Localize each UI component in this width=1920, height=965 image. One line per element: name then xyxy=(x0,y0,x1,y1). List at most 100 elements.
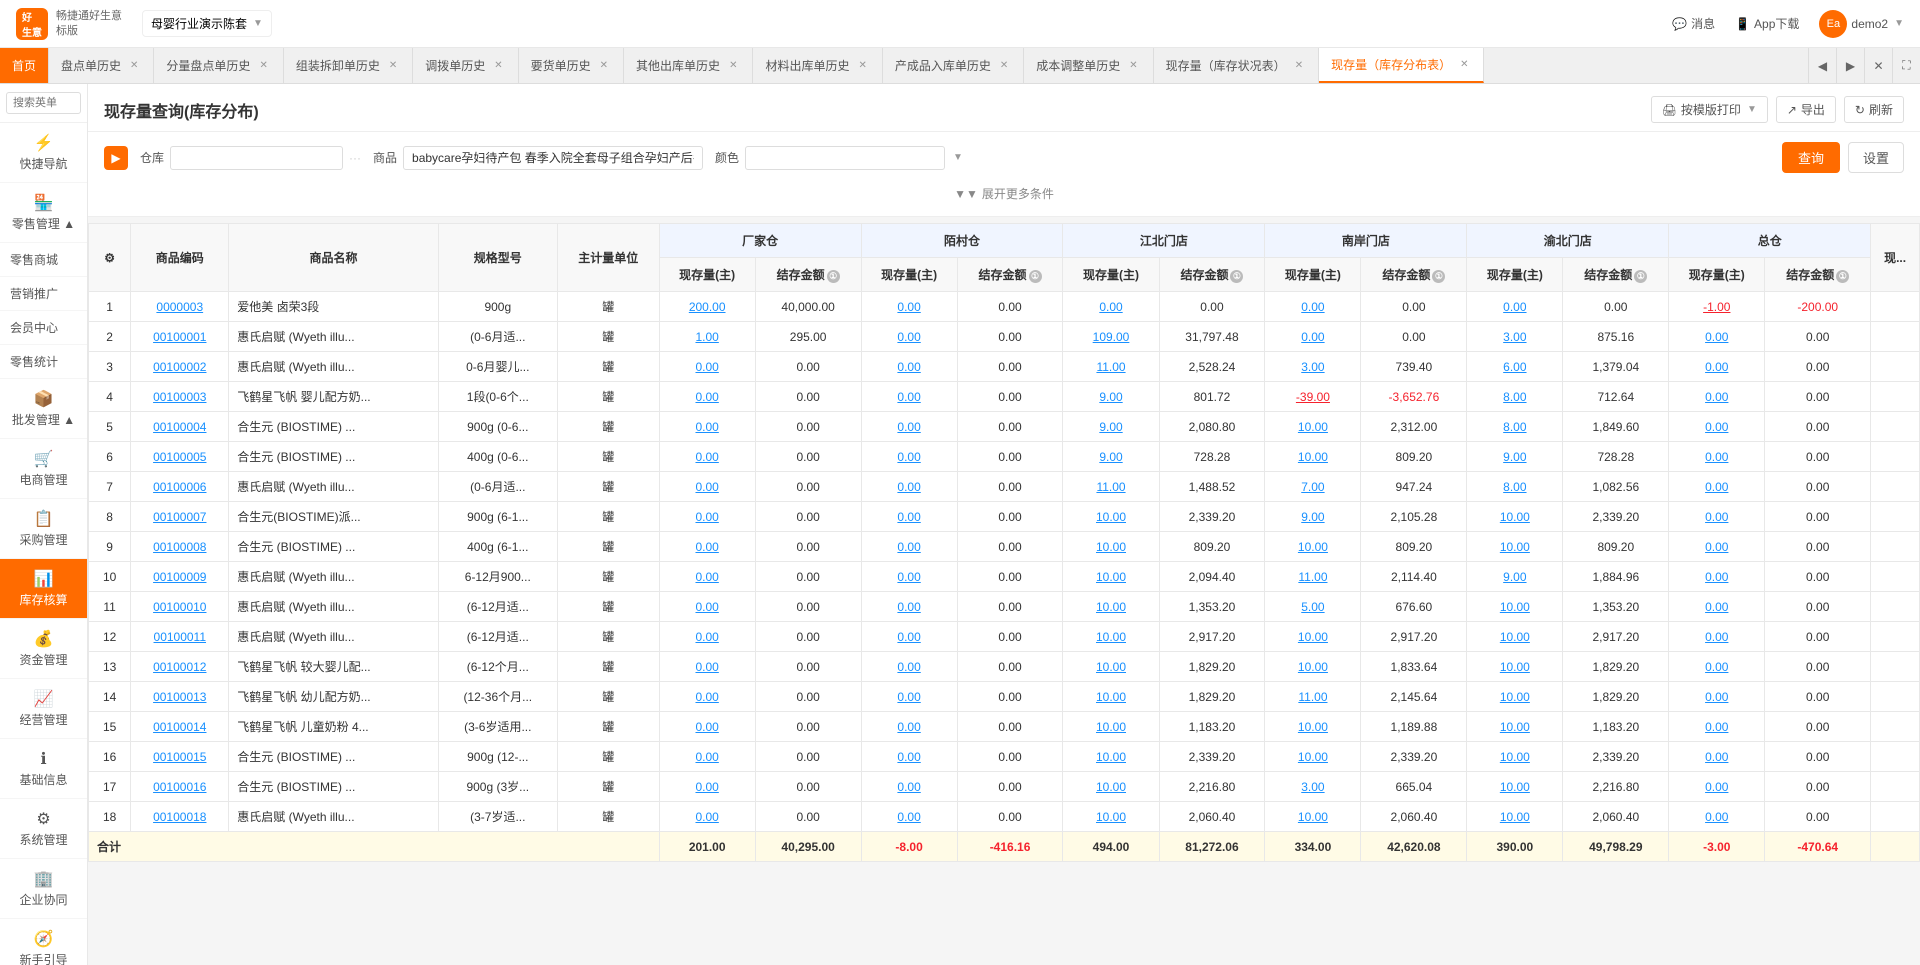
cell-cy-qty[interactable]: 0.00 xyxy=(659,742,755,772)
cell-mc-qty[interactable]: 0.00 xyxy=(861,442,957,472)
cell-na-qty[interactable]: -39.00 xyxy=(1265,382,1361,412)
cell-code[interactable]: 00100010 xyxy=(131,592,229,622)
tab-material-history[interactable]: 材料出库单历史 ✕ xyxy=(753,48,882,83)
tab-close-icon[interactable]: ✕ xyxy=(1457,58,1471,71)
cell-na-qty[interactable]: 10.00 xyxy=(1265,802,1361,832)
cell-jb-qty[interactable]: 9.00 xyxy=(1063,412,1159,442)
cell-code[interactable]: 00100011 xyxy=(131,622,229,652)
cell-jb-qty[interactable]: 10.00 xyxy=(1063,502,1159,532)
cell-mc-qty[interactable]: 0.00 xyxy=(861,472,957,502)
cell-cy-qty[interactable]: 0.00 xyxy=(659,712,755,742)
tab-close-icon[interactable]: ✕ xyxy=(127,59,141,72)
cell-na-qty[interactable]: 10.00 xyxy=(1265,712,1361,742)
user-avatar-area[interactable]: Ea demo2 ▼ xyxy=(1819,10,1904,38)
sidebar-item-operations[interactable]: 📈 经营管理 xyxy=(0,679,87,739)
cell-na-qty[interactable]: 0.00 xyxy=(1265,292,1361,322)
cell-yb-qty[interactable]: 10.00 xyxy=(1467,772,1563,802)
cell-code[interactable]: 00100003 xyxy=(131,382,229,412)
tab-next-btn[interactable]: ▶ xyxy=(1836,48,1864,84)
btn-query[interactable]: 查询 xyxy=(1782,142,1840,173)
cell-code[interactable]: 00100007 xyxy=(131,502,229,532)
cell-na-qty[interactable]: 10.00 xyxy=(1265,532,1361,562)
tab-stock-status[interactable]: 现存量（库存状况表） ✕ xyxy=(1154,48,1319,83)
cell-jb-qty[interactable]: 109.00 xyxy=(1063,322,1159,352)
cell-na-qty[interactable]: 10.00 xyxy=(1265,442,1361,472)
cell-code[interactable]: 00100005 xyxy=(131,442,229,472)
cell-mc-qty[interactable]: 0.00 xyxy=(861,622,957,652)
cell-yb-qty[interactable]: 10.00 xyxy=(1467,592,1563,622)
cell-jb-qty[interactable]: 10.00 xyxy=(1063,562,1159,592)
cell-code[interactable]: 00100004 xyxy=(131,412,229,442)
cell-mc-qty[interactable]: 0.00 xyxy=(861,322,957,352)
cell-cy-qty[interactable]: 0.00 xyxy=(659,472,755,502)
sidebar-item-guide[interactable]: 🧭 新手引导 xyxy=(0,919,87,965)
tab-cost-adjust[interactable]: 成本调整单历史 ✕ xyxy=(1024,48,1153,83)
cell-jb-qty[interactable]: 10.00 xyxy=(1063,532,1159,562)
cell-code[interactable]: 00100012 xyxy=(131,652,229,682)
sidebar-item-retail-mall[interactable]: 零售商城 xyxy=(0,243,87,277)
sidebar-item-finance[interactable]: 💰 资金管理 xyxy=(0,619,87,679)
cell-mc-qty[interactable]: 0.00 xyxy=(861,532,957,562)
cell-yb-qty[interactable]: 10.00 xyxy=(1467,712,1563,742)
sidebar-item-marketing[interactable]: 营销推广 xyxy=(0,277,87,311)
cell-yb-qty[interactable]: 9.00 xyxy=(1467,442,1563,472)
tab-close-icon[interactable]: ✕ xyxy=(1126,59,1140,72)
cell-jb-qty[interactable]: 10.00 xyxy=(1063,622,1159,652)
cell-total-qty[interactable]: 0.00 xyxy=(1669,592,1765,622)
cell-cy-qty[interactable]: 0.00 xyxy=(659,622,755,652)
tab-close-icon[interactable]: ✕ xyxy=(597,59,611,72)
cell-na-qty[interactable]: 3.00 xyxy=(1265,352,1361,382)
cell-total-qty[interactable]: 0.00 xyxy=(1669,682,1765,712)
expand-conditions-btn[interactable]: ▼▼ 展开更多条件 xyxy=(946,181,1062,206)
cell-jb-qty[interactable]: 10.00 xyxy=(1063,592,1159,622)
cell-na-qty[interactable]: 0.00 xyxy=(1265,322,1361,352)
cell-cy-qty[interactable]: 0.00 xyxy=(659,532,755,562)
btn-settings[interactable]: 设置 xyxy=(1848,142,1904,173)
na-amt-info-icon[interactable]: ① xyxy=(1432,270,1445,283)
sidebar-item-wholesale[interactable]: 📦 批发管理 ▲ xyxy=(0,379,87,439)
cell-na-qty[interactable]: 10.00 xyxy=(1265,412,1361,442)
cell-jb-qty[interactable]: 10.00 xyxy=(1063,742,1159,772)
cell-code[interactable]: 00100009 xyxy=(131,562,229,592)
sidebar-item-basic[interactable]: ℹ 基础信息 xyxy=(0,739,87,799)
cell-jb-qty[interactable]: 9.00 xyxy=(1063,442,1159,472)
cell-jb-qty[interactable]: 11.00 xyxy=(1063,352,1159,382)
tab-close-icon[interactable]: ✕ xyxy=(491,59,505,72)
cell-jb-qty[interactable]: 10.00 xyxy=(1063,802,1159,832)
cell-cy-qty[interactable]: 0.00 xyxy=(659,652,755,682)
tab-transfer-history[interactable]: 调拨单历史 ✕ xyxy=(413,48,518,83)
tab-split-history[interactable]: 分量盘点单历史 ✕ xyxy=(154,48,283,83)
tab-outbound-history[interactable]: 其他出库单历史 ✕ xyxy=(624,48,753,83)
cell-yb-qty[interactable]: 10.00 xyxy=(1467,532,1563,562)
cell-mc-qty[interactable]: 0.00 xyxy=(861,712,957,742)
cell-code[interactable]: 00100013 xyxy=(131,682,229,712)
app-download-btn[interactable]: 📱 App下载 xyxy=(1735,15,1799,32)
sidebar-item-inventory[interactable]: 📊 库存核算 xyxy=(0,559,87,619)
cell-total-qty[interactable]: 0.00 xyxy=(1669,322,1765,352)
cell-mc-qty[interactable]: 0.00 xyxy=(861,592,957,622)
cell-cy-qty[interactable]: 0.00 xyxy=(659,382,755,412)
tab-home[interactable]: 首页 xyxy=(0,48,49,83)
yb-amt-info-icon[interactable]: ① xyxy=(1634,270,1647,283)
cell-cy-qty[interactable]: 0.00 xyxy=(659,682,755,712)
cell-mc-qty[interactable]: 0.00 xyxy=(861,772,957,802)
cell-jb-qty[interactable]: 10.00 xyxy=(1063,652,1159,682)
cell-total-qty[interactable]: 0.00 xyxy=(1669,562,1765,592)
sidebar-item-ecommerce[interactable]: 🛒 电商管理 xyxy=(0,439,87,499)
message-btn[interactable]: 💬 消息 xyxy=(1672,15,1715,32)
cell-mc-qty[interactable]: 0.00 xyxy=(861,382,957,412)
cell-mc-qty[interactable]: 0.00 xyxy=(861,502,957,532)
cell-cy-qty[interactable]: 1.00 xyxy=(659,322,755,352)
btn-print[interactable]: 🖨 按模版打印 ▼ xyxy=(1651,96,1768,123)
cell-code[interactable]: 00100002 xyxy=(131,352,229,382)
cell-cy-qty[interactable]: 0.00 xyxy=(659,802,755,832)
cell-total-qty[interactable]: -1.00 xyxy=(1669,292,1765,322)
tab-stock-dist[interactable]: 现存量（库存分布表） ✕ xyxy=(1319,48,1484,83)
cell-jb-qty[interactable]: 9.00 xyxy=(1063,382,1159,412)
tab-inventory-history[interactable]: 盘点单历史 ✕ xyxy=(49,48,154,83)
cell-mc-qty[interactable]: 0.00 xyxy=(861,652,957,682)
btn-export[interactable]: ↗ 导出 xyxy=(1776,96,1836,123)
cell-cy-qty[interactable]: 0.00 xyxy=(659,502,755,532)
cell-yb-qty[interactable]: 10.00 xyxy=(1467,502,1563,532)
sidebar-item-system[interactable]: ⚙ 系统管理 xyxy=(0,799,87,859)
